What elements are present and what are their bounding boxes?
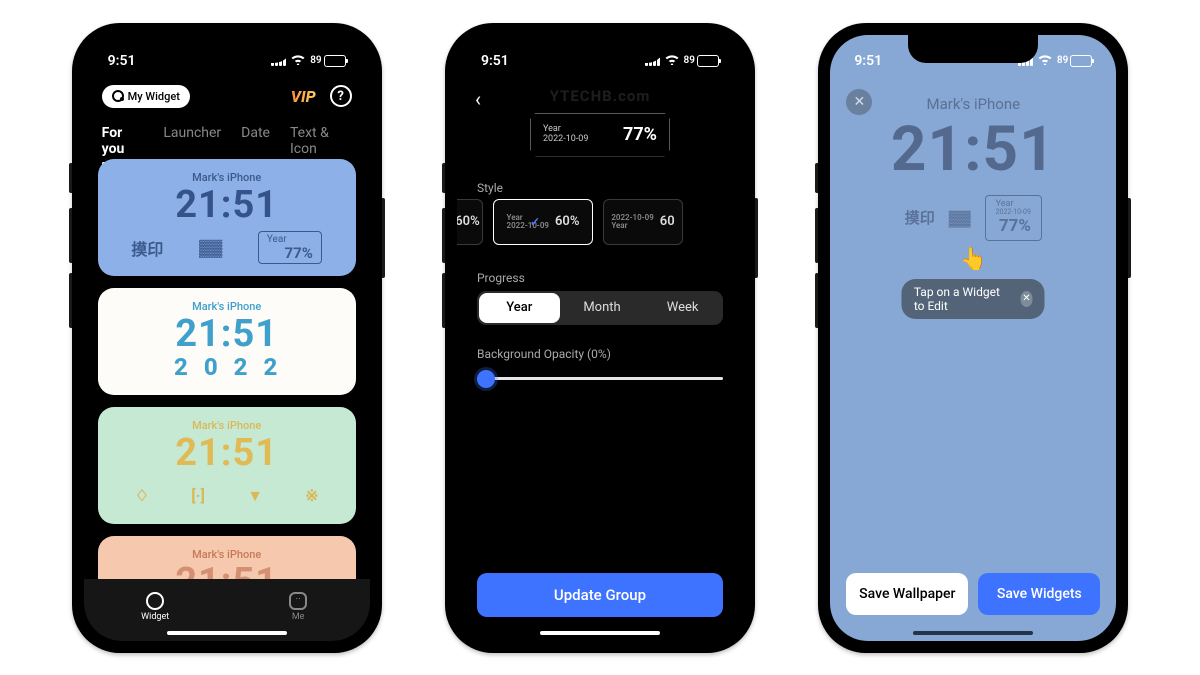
glyph-icon: ♢ [135, 486, 149, 505]
phone-1: 9:51 89 My Widget VIP ? For you Launcher… [72, 23, 382, 653]
progress-segment: Year Month Week [477, 291, 723, 325]
notch [162, 35, 292, 63]
seg-year[interactable]: Year [479, 293, 560, 323]
notch [535, 35, 665, 63]
battery-icon: 89 [684, 55, 719, 67]
glyph-icon: ▓▓ [199, 238, 222, 258]
widget-cards: Mark's iPhone 21:51 摸印 ▓▓ Year 77% Mark'… [84, 159, 370, 581]
pointer-hand-icon: 👆 [960, 247, 987, 272]
glyph-icon: ▼ [247, 486, 263, 506]
progress-widget[interactable]: Year 2022-10-09 77% [985, 195, 1042, 241]
slider-thumb[interactable] [477, 370, 495, 388]
home-indicator[interactable] [913, 631, 1033, 635]
save-wallpaper-button[interactable]: Save Wallpaper [846, 573, 968, 615]
nav-me[interactable]: Me [227, 579, 370, 635]
year-glyphs: 2022 [114, 353, 340, 381]
style-options[interactable]: …0960% Year2022-10-09 ✓ 60% 2022-10-09Ye… [457, 199, 743, 245]
glyph-icon[interactable]: ▓▓ [949, 209, 971, 227]
glyph-icon: 摸印 [131, 236, 163, 260]
edit-tip: Tap on a Widget to Edit ✕ [902, 279, 1045, 319]
progress-widget: Year 77% [258, 231, 322, 265]
wifi-icon [290, 53, 306, 69]
tip-close-icon[interactable]: ✕ [1020, 291, 1033, 307]
help-icon[interactable]: ? [330, 85, 352, 107]
update-group-button[interactable]: Update Group [477, 573, 723, 617]
glyph-icon[interactable]: 摸印 [905, 207, 935, 228]
phone-3: 9:51 89 ✕ Mark's iPhone 21:51 摸印 ▓▓ Year… [818, 23, 1128, 653]
opacity-slider[interactable] [477, 369, 723, 389]
device-name: Mark's iPhone [830, 95, 1116, 113]
check-icon: ✓ [530, 215, 540, 229]
watermark: YTECHB.com [550, 87, 651, 105]
glyph-icon: [·] [191, 486, 205, 505]
glyph-icon: ※ [305, 486, 318, 505]
progress-label: Progress [477, 271, 525, 285]
widget-card[interactable]: Mark's iPhone 21:51 摸印 ▓▓ Year 77% [98, 159, 356, 276]
nav-widget[interactable]: Widget [84, 579, 227, 635]
home-indicator[interactable] [540, 631, 660, 635]
opacity-label: Background Opacity (0%) [477, 347, 611, 361]
widget-icon [146, 592, 164, 610]
lockscreen-time: 21:51 [830, 113, 1116, 186]
my-widget-chip[interactable]: My Widget [102, 85, 190, 108]
wifi-icon [664, 53, 680, 69]
seg-week[interactable]: Week [642, 291, 723, 325]
status-time: 9:51 [854, 53, 882, 69]
back-icon[interactable]: ‹ [475, 87, 481, 111]
phone-2: 9:51 89 ‹ YTECHB.com Year2022-10-09 77% … [445, 23, 755, 653]
status-time: 9:51 [481, 53, 509, 69]
home-indicator[interactable] [167, 631, 287, 635]
lockscreen-widgets[interactable]: 摸印 ▓▓ Year 2022-10-09 77% [830, 195, 1116, 241]
style-option[interactable]: Year2022-10-09 ✓ 60% [493, 199, 593, 245]
wifi-icon [1037, 53, 1053, 69]
style-label: Style [477, 181, 503, 195]
screen-lockscreen-editor: 9:51 89 ✕ Mark's iPhone 21:51 摸印 ▓▓ Year… [830, 35, 1116, 641]
screen-widget-gallery: 9:51 89 My Widget VIP ? For you Launcher… [84, 35, 370, 641]
search-icon [112, 90, 124, 102]
widget-card[interactable]: Mark's iPhone 21:51 ♢ [·] ▼ ※ [98, 407, 356, 524]
battery-icon: 89 [1057, 55, 1092, 67]
me-icon [289, 592, 307, 610]
battery-icon: 89 [310, 55, 345, 67]
style-option[interactable]: …0960% [457, 199, 483, 245]
status-time: 9:51 [108, 53, 136, 69]
save-widgets-button[interactable]: Save Widgets [978, 573, 1100, 615]
widget-preview: Year2022-10-09 77% [530, 113, 670, 157]
style-option[interactable]: 2022-10-09Year 60 [603, 199, 683, 245]
seg-month[interactable]: Month [562, 291, 643, 325]
screen-widget-editor: 9:51 89 ‹ YTECHB.com Year2022-10-09 77% … [457, 35, 743, 641]
widget-card[interactable]: Mark's iPhone 21:51 [98, 536, 356, 581]
widget-card[interactable]: Mark's iPhone 21:51 2022 [98, 288, 356, 395]
vip-badge[interactable]: VIP [291, 87, 316, 106]
notch [908, 35, 1038, 63]
